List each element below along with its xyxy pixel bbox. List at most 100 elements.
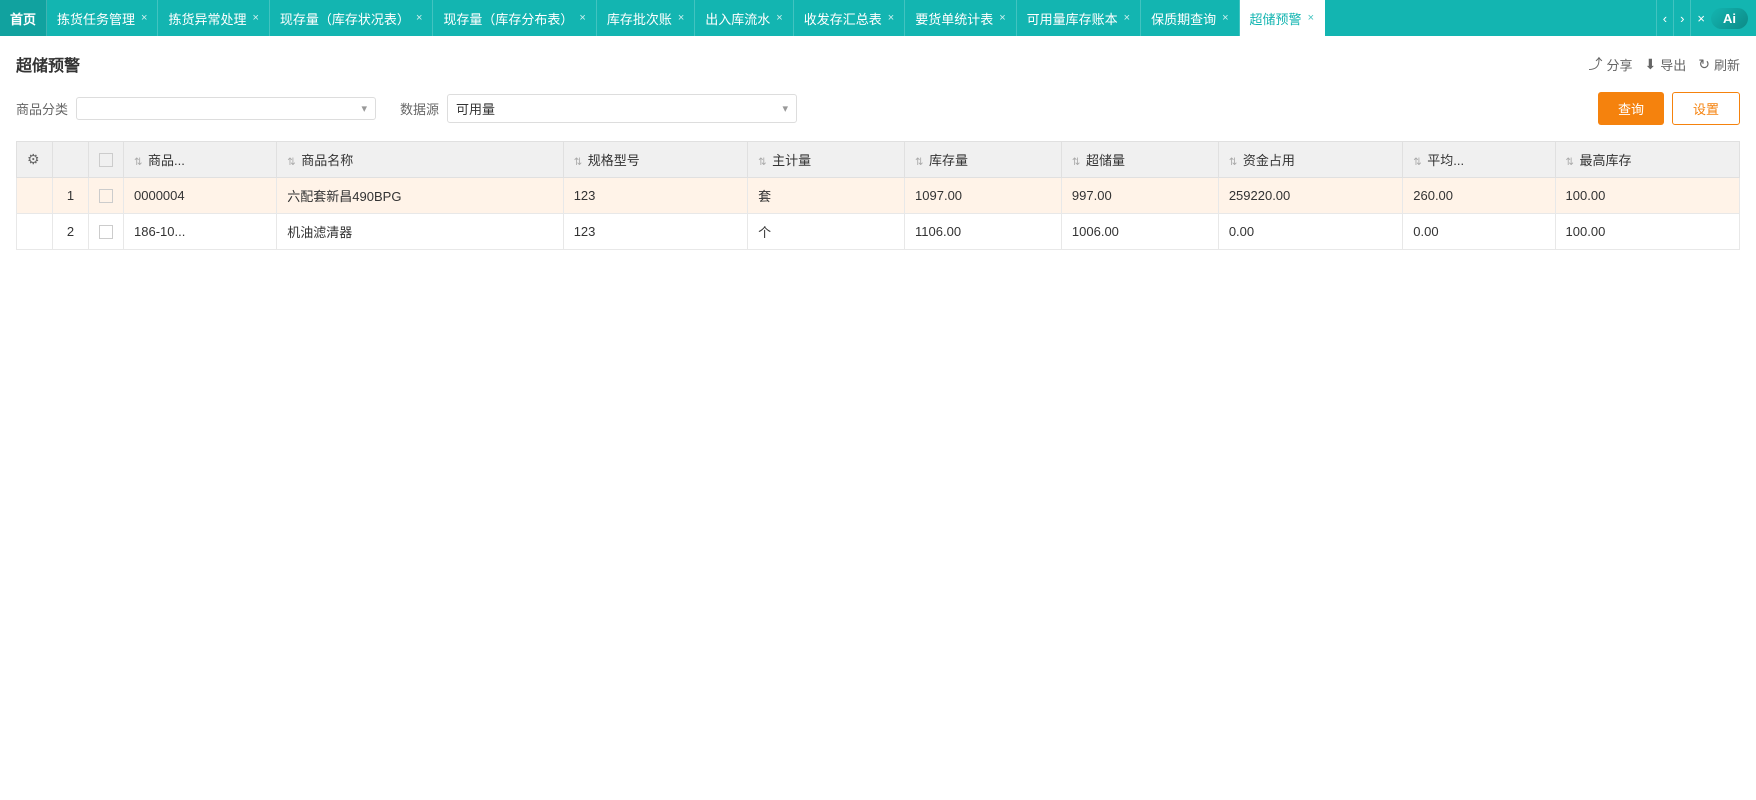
row1-name: 六配套新昌490BPG [277, 178, 563, 214]
nav-available-ledger-close[interactable]: × [1124, 12, 1130, 24]
th-max-stock[interactable]: ⇅ 最高库存 [1555, 142, 1739, 178]
th-gear[interactable]: ⚙ [17, 142, 53, 178]
nav-overstock-alert-label: 超储预警 [1250, 9, 1302, 28]
nav-recv-send-summary[interactable]: 收发存汇总表 × [794, 0, 905, 36]
nav-overstock-alert[interactable]: 超储预警 × [1240, 0, 1325, 36]
table-body: 1 0000004 六配套新昌490BPG 123 套 1097.00 997.… [17, 178, 1740, 250]
nav-inventory-status[interactable]: 现存量（库存状况表） × [270, 0, 433, 36]
sort-icon-unit: ⇅ [758, 157, 766, 168]
th-overstock-label: 超储量 [1086, 153, 1125, 168]
th-spec-label: 规格型号 [588, 153, 640, 168]
gear-icon[interactable]: ⚙ [27, 151, 40, 167]
row2-name: 机油滤清器 [277, 214, 563, 250]
page-header: 超储预警 ⤴ 分享 ⬇ 导出 ↻ 刷新 [16, 52, 1740, 76]
th-checkbox[interactable] [89, 142, 124, 178]
nav-inventory-dist[interactable]: 现存量（库存分布表） × [433, 0, 596, 36]
row2-overstock: 1006.00 [1061, 214, 1218, 250]
row2-code: 186-10... [124, 214, 277, 250]
row2-avg: 0.00 [1403, 214, 1555, 250]
nav-pick-task-label: 拣货任务管理 [57, 9, 135, 28]
nav-arrow-close[interactable]: × [1690, 0, 1711, 36]
nav-available-ledger[interactable]: 可用量库存账本 × [1017, 0, 1141, 36]
nav-arrow-right[interactable]: › [1673, 0, 1690, 36]
filter-row: 商品分类 ▾ 数据源 可用量 ▾ 查询 设置 [16, 92, 1740, 125]
nav-right-area: ‹ › × Ai [1656, 0, 1756, 36]
nav-overstock-alert-close[interactable]: × [1308, 12, 1314, 24]
refresh-button[interactable]: ↻ 刷新 [1698, 55, 1740, 74]
row2-checkbox-cell [89, 214, 124, 250]
th-max-stock-label: 最高库存 [1580, 153, 1632, 168]
nav-expiry-query[interactable]: 保质期查询 × [1141, 0, 1239, 36]
nav-order-stats-label: 要货单统计表 [915, 9, 993, 28]
category-label: 商品分类 [16, 99, 68, 118]
th-avg[interactable]: ⇅ 平均... [1403, 142, 1555, 178]
row1-checkbox[interactable] [99, 189, 113, 203]
query-button[interactable]: 查询 [1598, 92, 1664, 125]
nav-order-stats[interactable]: 要货单统计表 × [905, 0, 1016, 36]
th-product-name[interactable]: ⇅ 商品名称 [277, 142, 563, 178]
nav-inout-flow-close[interactable]: × [776, 12, 782, 24]
table-row: 1 0000004 六配套新昌490BPG 123 套 1097.00 997.… [17, 178, 1740, 214]
th-overstock[interactable]: ⇅ 超储量 [1061, 142, 1218, 178]
table-header: ⚙ ⇅ 商品... ⇅ 商品名称 ⇅ 规格型号 [17, 142, 1740, 178]
export-icon: ⬇ [1645, 56, 1657, 73]
row2-num: 2 [53, 214, 89, 250]
sort-icon-overstock: ⇅ [1072, 157, 1080, 168]
nav-inventory-dist-close[interactable]: × [579, 12, 585, 24]
row2-stock: 1106.00 [905, 214, 1062, 250]
nav-recv-send-summary-close[interactable]: × [888, 12, 894, 24]
th-stock[interactable]: ⇅ 库存量 [905, 142, 1062, 178]
row2-capital: 0.00 [1218, 214, 1402, 250]
filter-buttons: 查询 设置 [1598, 92, 1740, 125]
row1-num: 1 [53, 178, 89, 214]
datasource-select-value: 可用量 [456, 99, 495, 118]
nav-inventory-status-close[interactable]: × [416, 12, 422, 24]
nav-expiry-query-label: 保质期查询 [1151, 9, 1216, 28]
datasource-label: 数据源 [400, 99, 439, 118]
category-select[interactable]: ▾ [76, 97, 376, 120]
nav-pick-exception-label: 拣货异常处理 [168, 9, 246, 28]
th-spec[interactable]: ⇅ 规格型号 [563, 142, 747, 178]
nav-bar: 首页 拣货任务管理 × 拣货异常处理 × 现存量（库存状况表） × 现存量（库存… [0, 0, 1756, 36]
nav-inout-flow[interactable]: 出入库流水 × [695, 0, 793, 36]
th-product-name-label: 商品名称 [301, 153, 353, 168]
datasource-select[interactable]: 可用量 ▾ [447, 94, 797, 123]
refresh-icon: ↻ [1698, 56, 1710, 73]
sort-icon-spec: ⇅ [574, 157, 582, 168]
share-button[interactable]: ⤴ 分享 [1588, 54, 1632, 74]
th-unit[interactable]: ⇅ 主计量 [748, 142, 905, 178]
th-unit-label: 主计量 [772, 153, 811, 168]
setting-button[interactable]: 设置 [1672, 92, 1740, 125]
refresh-label: 刷新 [1714, 55, 1740, 74]
nav-expiry-query-close[interactable]: × [1222, 12, 1228, 24]
nav-home[interactable]: 首页 [0, 0, 47, 36]
datasource-chevron-icon: ▾ [783, 102, 789, 115]
category-chevron-icon: ▾ [361, 102, 367, 115]
row2-checkbox[interactable] [99, 225, 113, 239]
nav-batch-account[interactable]: 库存批次账 × [597, 0, 695, 36]
nav-pick-exception[interactable]: 拣货异常处理 × [158, 0, 269, 36]
row1-avg: 260.00 [1403, 178, 1555, 214]
nav-inventory-dist-label: 现存量（库存分布表） [443, 9, 573, 28]
header-checkbox[interactable] [99, 153, 113, 167]
sort-icon-avg: ⇅ [1413, 157, 1421, 168]
row1-spec: 123 [563, 178, 747, 214]
th-capital[interactable]: ⇅ 资金占用 [1218, 142, 1402, 178]
th-capital-label: 资金占用 [1243, 153, 1295, 168]
row1-max-stock: 100.00 [1555, 178, 1739, 214]
nav-order-stats-close[interactable]: × [999, 12, 1005, 24]
row1-overstock: 997.00 [1061, 178, 1218, 214]
export-button[interactable]: ⬇ 导出 [1645, 55, 1687, 74]
share-icon: ⤴ [1588, 54, 1602, 74]
data-table: ⚙ ⇅ 商品... ⇅ 商品名称 ⇅ 规格型号 [16, 141, 1740, 250]
nav-home-label: 首页 [10, 9, 36, 28]
nav-arrow-left[interactable]: ‹ [1656, 0, 1673, 36]
th-product-code[interactable]: ⇅ 商品... [124, 142, 277, 178]
nav-pick-exception-close[interactable]: × [252, 12, 258, 24]
nav-pick-task-close[interactable]: × [141, 12, 147, 24]
nav-pick-task[interactable]: 拣货任务管理 × [47, 0, 158, 36]
row1-stock: 1097.00 [905, 178, 1062, 214]
ai-button[interactable]: Ai [1711, 8, 1748, 29]
table-row: 2 186-10... 机油滤清器 123 个 1106.00 1006.00 … [17, 214, 1740, 250]
nav-batch-account-close[interactable]: × [678, 12, 684, 24]
